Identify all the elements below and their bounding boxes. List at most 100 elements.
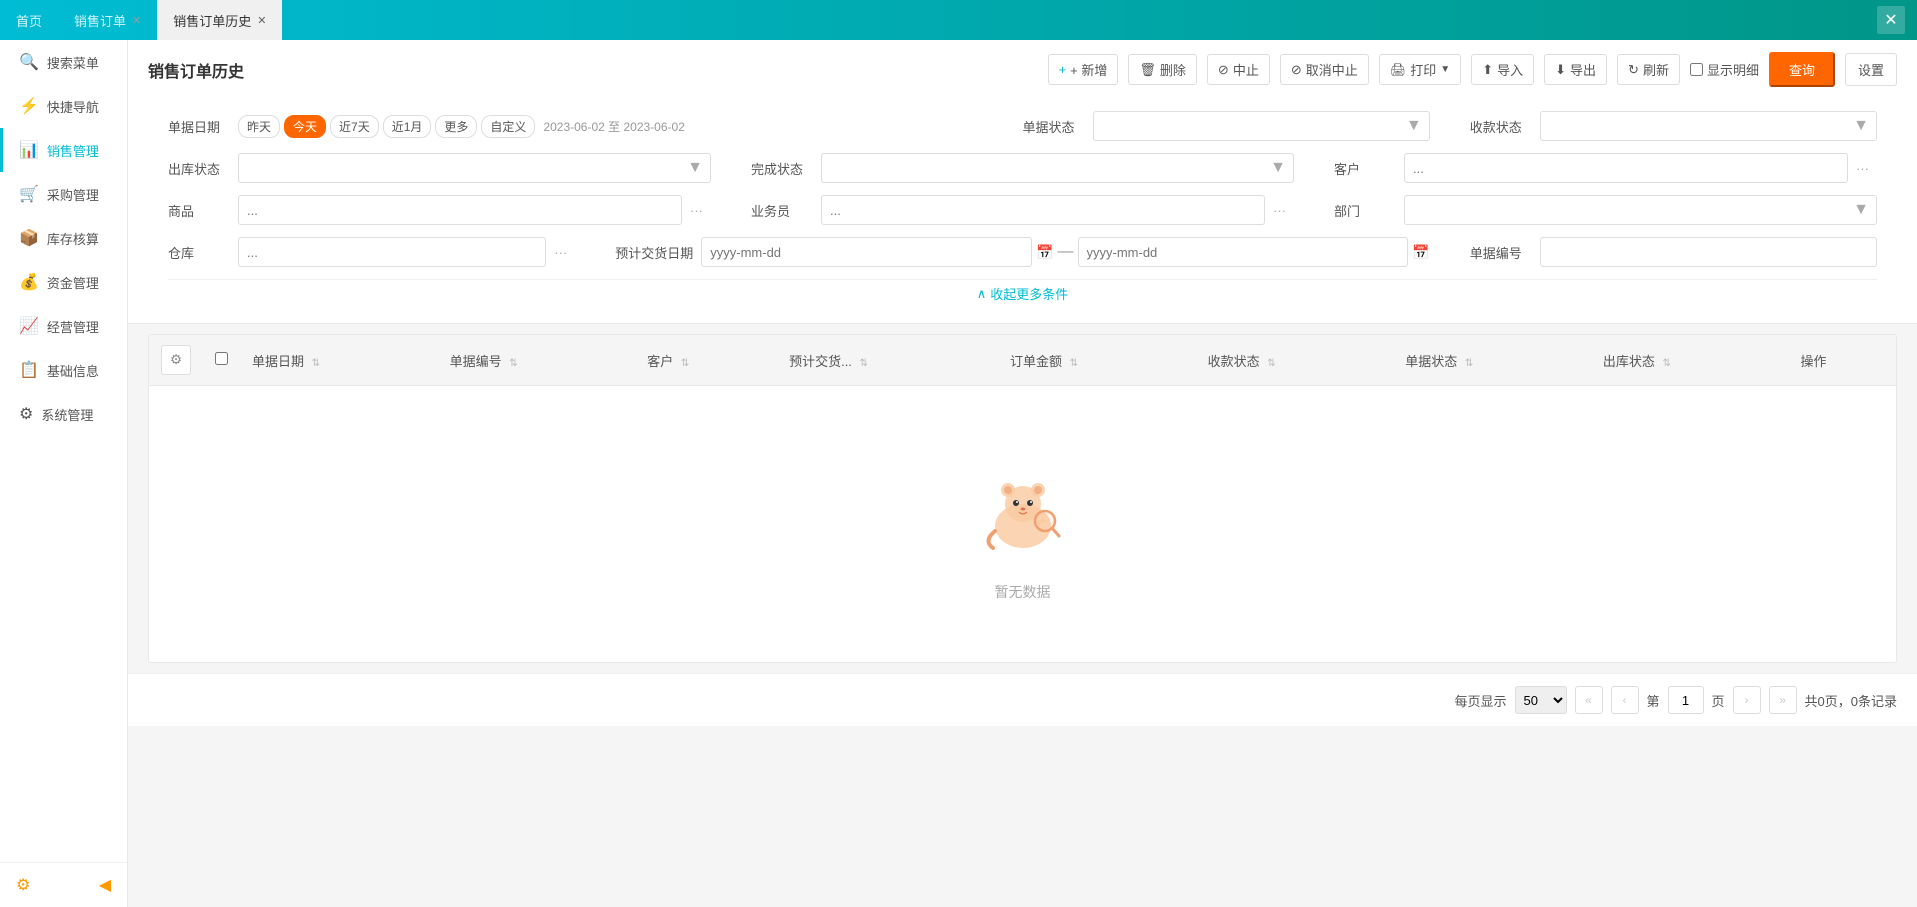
sidebar-item-operation-mgmt-label: 经营管理 (47, 317, 99, 336)
cancel-stop-label: 取消中止 (1306, 60, 1358, 79)
close-sales-order-history-tab-icon[interactable]: ✕ (257, 14, 266, 27)
customer-input[interactable] (1404, 153, 1848, 183)
search-button-label: 查询 (1789, 63, 1815, 78)
sidebar-item-purchase-mgmt[interactable]: 🛒 采购管理 (0, 172, 127, 216)
salesperson-more-dots[interactable]: ··· (1265, 203, 1294, 218)
sidebar-item-purchase-mgmt-label: 采购管理 (47, 185, 99, 204)
collection-status-select[interactable] (1540, 111, 1877, 141)
delete-button[interactable]: 🗑 删除 (1128, 54, 1197, 85)
col-date-sort-icon[interactable]: ⇅ (312, 358, 320, 369)
sidebar-item-quick-nav[interactable]: ⚡ 快捷导航 (0, 84, 127, 128)
col-order-amount-sort-icon[interactable]: ⇅ (1070, 358, 1078, 369)
yesterday-btn[interactable]: 昨天 (238, 115, 280, 138)
table-header-no: 单据编号 ⇅ (438, 335, 636, 386)
expected-date-label: 预计交货日期 (615, 243, 701, 262)
complete-status-select[interactable] (821, 153, 1294, 183)
collapse-btn[interactable]: ∧ 收起更多条件 (977, 284, 1069, 303)
stop-button[interactable]: ⊘ 中止 (1207, 54, 1270, 85)
print-label: 打印 (1410, 60, 1436, 79)
refresh-button[interactable]: ↻ 刷新 (1617, 54, 1680, 85)
doc-status-select[interactable] (1093, 111, 1430, 141)
salesperson-input[interactable] (821, 195, 1265, 225)
prev-page-button[interactable]: ‹ (1611, 686, 1639, 714)
goods-input[interactable] (238, 195, 682, 225)
cancel-stop-button[interactable]: ⊘ 取消中止 (1280, 54, 1369, 85)
filter-document-no: 单据编号 (1470, 237, 1877, 267)
sidebar-item-fund-mgmt[interactable]: 💰 资金管理 (0, 260, 127, 304)
print-dropdown-icon[interactable]: ▼ (1440, 64, 1450, 75)
table-settings-button[interactable]: ⚙ (161, 345, 191, 375)
empty-state-text: 暂无数据 (995, 582, 1051, 602)
show-detail-checkbox[interactable] (1690, 63, 1703, 76)
last-page-button[interactable]: » (1769, 686, 1797, 714)
filter-salesperson: 业务员 ··· (751, 195, 1294, 225)
expected-date-from-input[interactable] (701, 237, 1032, 267)
custom-btn[interactable]: 自定义 (481, 115, 535, 138)
last7-btn[interactable]: 近7天 (330, 115, 379, 138)
new-button[interactable]: + + 新增 (1048, 54, 1119, 85)
col-document-status-label: 单据状态 (1405, 354, 1457, 369)
sidebar-item-basic-info[interactable]: 📋 基础信息 (0, 348, 127, 392)
cancel-stop-icon: ⊘ (1291, 62, 1302, 78)
more-btn[interactable]: 更多 (435, 115, 477, 138)
filter-warehouse: 仓库 ··· (168, 237, 575, 267)
table-area: ⚙ 单据日期 ⇅ 单据编号 ⇅ (148, 334, 1897, 663)
page-label: 第 (1647, 691, 1660, 710)
topbar: 首页 销售订单 ✕ 销售订单历史 ✕ ✕ (0, 0, 1917, 40)
search-button[interactable]: 查询 (1769, 52, 1835, 87)
sidebar-item-operation-mgmt[interactable]: 📈 经营管理 (0, 304, 127, 348)
first-page-button[interactable]: « (1575, 686, 1603, 714)
customer-more-dots[interactable]: ··· (1848, 161, 1877, 176)
new-icon: + (1059, 62, 1067, 77)
empty-state-illustration (973, 466, 1073, 566)
col-customer-sort-icon[interactable]: ⇅ (681, 358, 689, 369)
table-header-settings: ⚙ (149, 335, 203, 386)
goods-more-dots[interactable]: ··· (682, 203, 711, 218)
export-button[interactable]: ⬇ 导出 (1544, 54, 1607, 85)
page-header: 销售订单历史 + + 新增 🗑 删除 ⊘ 中止 ⊘ (128, 40, 1917, 324)
sidebar-expand-icon[interactable]: ◀ (99, 875, 111, 895)
col-no-sort-icon[interactable]: ⇅ (509, 358, 517, 369)
topbar-close-button[interactable]: ✕ (1877, 6, 1905, 34)
setting-button[interactable]: 设置 (1845, 53, 1897, 86)
sidebar-item-sales-mgmt[interactable]: 📊 销售管理 (0, 128, 127, 172)
out-warehouse-status-select[interactable] (238, 153, 711, 183)
next-page-button[interactable]: › (1733, 686, 1761, 714)
table-header-row: ⚙ 单据日期 ⇅ 单据编号 ⇅ (149, 335, 1896, 386)
import-button[interactable]: ⬆ 导入 (1471, 54, 1534, 85)
sidebar-item-system-mgmt[interactable]: ⚙ 系统管理 (0, 392, 127, 436)
out-warehouse-status-label: 出库状态 (168, 159, 238, 178)
warehouse-input[interactable] (238, 237, 546, 267)
col-collection-status-sort-icon[interactable]: ⇅ (1267, 358, 1275, 369)
table-header-order-amount: 订单金额 ⇅ (998, 335, 1196, 386)
collapse-label: 收起更多条件 (990, 284, 1068, 303)
close-sales-order-tab-icon[interactable]: ✕ (132, 14, 141, 27)
document-no-input[interactable] (1540, 237, 1877, 267)
col-out-warehouse-status-sort-icon[interactable]: ⇅ (1663, 358, 1671, 369)
empty-state-row: 暂无数据 (149, 386, 1896, 663)
department-select[interactable] (1404, 195, 1877, 225)
tab-sales-order[interactable]: 销售订单 ✕ (58, 0, 157, 40)
current-page-input[interactable] (1668, 686, 1704, 714)
tab-sales-order-history[interactable]: 销售订单历史 ✕ (157, 0, 282, 40)
sidebar-item-inventory-check[interactable]: 📦 库存核算 (0, 216, 127, 260)
last1month-btn[interactable]: 近1月 (383, 115, 432, 138)
calendar-to-icon[interactable]: 📅 (1412, 244, 1429, 261)
select-all-checkbox[interactable] (215, 352, 228, 365)
print-button[interactable]: 🖨 打印 ▼ (1379, 54, 1461, 85)
page-size-select[interactable]: 10 20 50 100 (1515, 686, 1567, 714)
today-btn[interactable]: 今天 (284, 115, 326, 138)
sidebar-item-sales-mgmt-label: 销售管理 (47, 141, 99, 160)
export-icon: ⬇ (1555, 62, 1566, 78)
table-header-checkbox (203, 335, 240, 386)
col-document-status-sort-icon[interactable]: ⇅ (1465, 358, 1473, 369)
collection-status-label: 收款状态 (1470, 117, 1540, 136)
sidebar-settings-icon[interactable]: ⚙ (16, 875, 30, 895)
expected-date-to-input[interactable] (1078, 237, 1409, 267)
new-label: + 新增 (1070, 60, 1107, 79)
warehouse-more-dots[interactable]: ··· (546, 245, 575, 260)
col-expected-delivery-sort-icon[interactable]: ⇅ (860, 358, 868, 369)
tab-home[interactable]: 首页 (0, 0, 58, 40)
calendar-from-icon[interactable]: 📅 (1036, 244, 1053, 261)
sidebar-item-search-menu[interactable]: 🔍 搜索菜单 (0, 40, 127, 84)
